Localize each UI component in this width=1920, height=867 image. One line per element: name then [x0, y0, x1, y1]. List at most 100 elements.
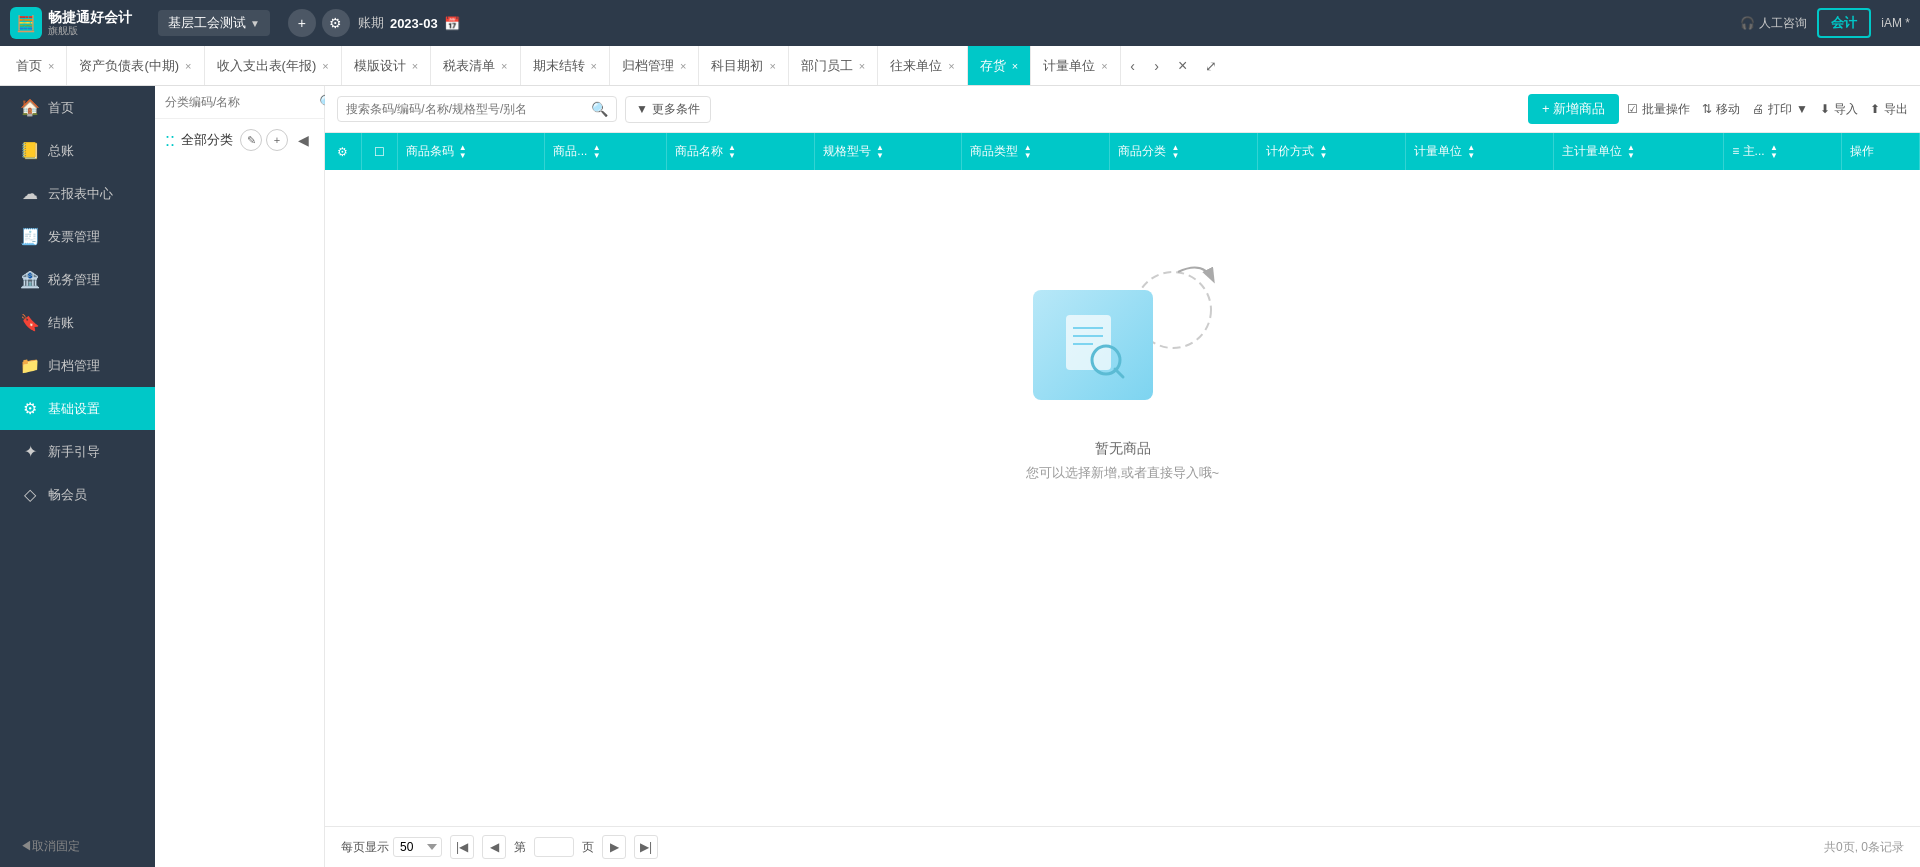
- tab-dept-close[interactable]: ×: [859, 60, 865, 72]
- th-category[interactable]: 商品分类 ▲▼: [1110, 133, 1258, 170]
- sidebar-item-archive[interactable]: 📁 归档管理: [0, 344, 155, 387]
- top-header: 🧮 畅捷通好会计 旗舰版 基层工会测试 ▼ + ⚙ 账期 2023-03 📅 🎧…: [0, 0, 1920, 46]
- tab-partners-close[interactable]: ×: [948, 60, 954, 72]
- tab-subject-close[interactable]: ×: [769, 60, 775, 72]
- filter-btn[interactable]: ▼ 更多条件: [625, 96, 711, 123]
- tab-close-all-btn[interactable]: ×: [1169, 46, 1197, 86]
- sort-code-icon: ▲▼: [593, 144, 601, 160]
- sort-extra-icon: ▲▼: [1770, 144, 1778, 160]
- product-search-input[interactable]: [346, 102, 587, 116]
- move-label: 移动: [1716, 101, 1740, 118]
- product-search-icon[interactable]: 🔍: [591, 101, 608, 117]
- import-action-btn[interactable]: ⬇ 导入: [1820, 101, 1858, 118]
- empty-subtitle: 您可以选择新增,或者直接导入哦~: [1026, 464, 1219, 482]
- move-action-btn[interactable]: ⇅ 移动: [1702, 101, 1740, 118]
- sidebar-item-ledger[interactable]: 📒 总账: [0, 129, 155, 172]
- tab-home-close[interactable]: ×: [48, 60, 54, 72]
- tab-unit-close[interactable]: ×: [1101, 60, 1107, 72]
- tab-next-btn[interactable]: ›: [1145, 46, 1169, 86]
- tab-expand-btn[interactable]: ⤢: [1197, 46, 1225, 86]
- page-prev-btn[interactable]: ◀: [482, 835, 506, 859]
- th-barcode[interactable]: 商品条码 ▲▼: [397, 133, 545, 170]
- customer-service-label: 人工咨询: [1759, 15, 1807, 32]
- page-first-btn[interactable]: |◀: [450, 835, 474, 859]
- tab-tax[interactable]: 税表清单 ×: [431, 46, 520, 86]
- tab-unit[interactable]: 计量单位 ×: [1031, 46, 1120, 86]
- report-icon: ☁: [20, 184, 40, 203]
- tab-inventory[interactable]: 存货 ×: [968, 46, 1031, 86]
- sidebar-item-report[interactable]: ☁ 云报表中心: [0, 172, 155, 215]
- category-edit-btn[interactable]: ✎: [240, 129, 262, 151]
- guide-icon: ✦: [20, 442, 40, 461]
- tab-tax-close[interactable]: ×: [501, 60, 507, 72]
- tab-prev-btn[interactable]: ‹: [1121, 46, 1145, 86]
- company-selector[interactable]: 基层工会测试 ▼: [158, 10, 270, 36]
- th-price-method[interactable]: 计价方式 ▲▼: [1258, 133, 1406, 170]
- tab-balance[interactable]: 资产负债表(中期) ×: [67, 46, 204, 86]
- company-name: 基层工会测试: [168, 14, 246, 32]
- th-main-unit[interactable]: 主计量单位 ▲▼: [1553, 133, 1724, 170]
- th-unit[interactable]: 计量单位 ▲▼: [1405, 133, 1553, 170]
- category-header[interactable]: :: 全部分类 ✎ + ◀: [155, 119, 324, 161]
- th-spec[interactable]: 规格型号 ▲▼: [814, 133, 962, 170]
- tab-period-end-close[interactable]: ×: [591, 60, 597, 72]
- left-panel-collapse-btn[interactable]: ◀: [292, 129, 314, 151]
- print-label: 打印: [1768, 101, 1792, 118]
- page-number-input[interactable]: 1: [534, 837, 574, 857]
- sidebar-archive-label: 归档管理: [48, 357, 100, 375]
- tab-income[interactable]: 收入支出表(年报) ×: [205, 46, 342, 86]
- th-type[interactable]: 商品类型 ▲▼: [962, 133, 1110, 170]
- page-size-select[interactable]: 50 20 100: [393, 837, 442, 857]
- sidebar-item-tax[interactable]: 🏦 税务管理: [0, 258, 155, 301]
- tab-balance-label: 资产负债表(中期): [79, 57, 179, 75]
- category-search-input[interactable]: [165, 95, 315, 109]
- sidebar-item-settings[interactable]: ⚙ 基础设置: [0, 387, 155, 430]
- tab-partners-label: 往来单位: [890, 57, 942, 75]
- th-checkbox[interactable]: ☐: [361, 133, 397, 170]
- tab-income-close[interactable]: ×: [322, 60, 328, 72]
- sidebar-closing-label: 结账: [48, 314, 74, 332]
- sidebar-item-member[interactable]: ◇ 畅会员: [0, 473, 155, 516]
- batch-action-btn[interactable]: ☑ 批量操作: [1627, 101, 1690, 118]
- tab-partners[interactable]: 往来单位 ×: [878, 46, 967, 86]
- tab-dept[interactable]: 部门员工 ×: [789, 46, 878, 86]
- tab-unit-label: 计量单位: [1043, 57, 1095, 75]
- tab-template-close[interactable]: ×: [412, 60, 418, 72]
- sidebar-item-guide[interactable]: ✦ 新手引导: [0, 430, 155, 473]
- sidebar-item-closing[interactable]: 🔖 结账: [0, 301, 155, 344]
- home-icon: 🏠: [20, 98, 40, 117]
- th-settings[interactable]: ⚙: [325, 133, 361, 170]
- sidebar-item-invoice[interactable]: 🧾 发票管理: [0, 215, 155, 258]
- tab-inventory-close[interactable]: ×: [1012, 60, 1018, 72]
- export-action-btn[interactable]: ⬆ 导出: [1870, 101, 1908, 118]
- tab-archive[interactable]: 归档管理 ×: [610, 46, 699, 86]
- tab-template[interactable]: 模版设计 ×: [342, 46, 431, 86]
- add-product-btn[interactable]: + 新增商品: [1528, 94, 1619, 124]
- settings-btn-header[interactable]: ⚙: [322, 9, 350, 37]
- th-name[interactable]: 商品名称 ▲▼: [666, 133, 814, 170]
- empty-doc-bg: [1033, 290, 1153, 400]
- sidebar-item-home[interactable]: 🏠 首页: [0, 86, 155, 129]
- closing-icon: 🔖: [20, 313, 40, 332]
- page-last-btn[interactable]: ▶|: [634, 835, 658, 859]
- calendar-icon[interactable]: 📅: [444, 16, 460, 31]
- print-action-btn[interactable]: 🖨 打印 ▼: [1752, 101, 1808, 118]
- sidebar-unpin[interactable]: ◀取消固定: [0, 826, 155, 867]
- tab-home[interactable]: 首页 ×: [4, 46, 67, 86]
- tab-balance-close[interactable]: ×: [185, 60, 191, 72]
- th-code[interactable]: 商品... ▲▼: [545, 133, 666, 170]
- add-btn-header[interactable]: +: [288, 9, 316, 37]
- page-next-btn[interactable]: ▶: [602, 835, 626, 859]
- invoice-icon: 🧾: [20, 227, 40, 246]
- account-button[interactable]: 会计: [1817, 8, 1871, 38]
- sidebar: 🏠 首页 📒 总账 ☁ 云报表中心 🧾 发票管理 🏦 税务管理 🔖 结账 📁 归…: [0, 86, 155, 867]
- category-add-btn[interactable]: +: [266, 129, 288, 151]
- tab-archive-close[interactable]: ×: [680, 60, 686, 72]
- tab-subject[interactable]: 科目期初 ×: [699, 46, 788, 86]
- empty-title: 暂无商品: [1095, 440, 1151, 458]
- export-label: 导出: [1884, 101, 1908, 118]
- th-extra[interactable]: ≡ 主... ▲▼: [1724, 133, 1842, 170]
- tab-period-end[interactable]: 期末结转 ×: [521, 46, 610, 86]
- headset-icon: 🎧: [1740, 16, 1755, 30]
- customer-service-btn[interactable]: 🎧 人工咨询: [1740, 15, 1807, 32]
